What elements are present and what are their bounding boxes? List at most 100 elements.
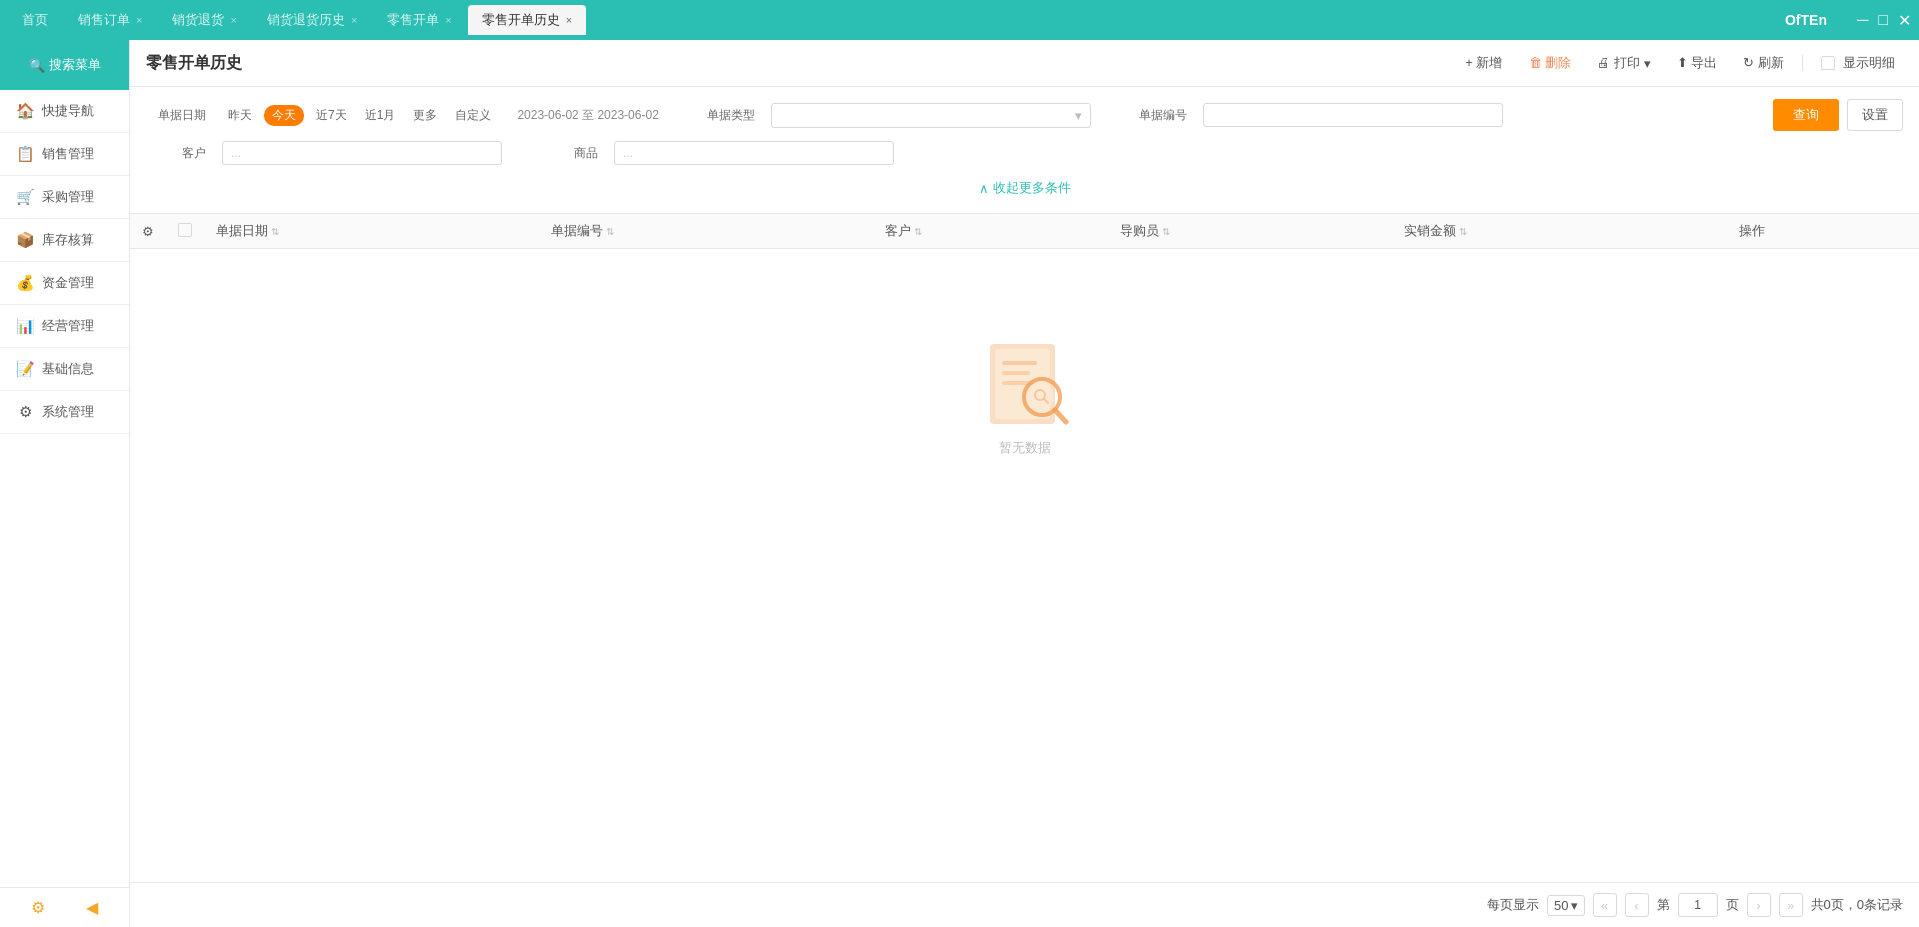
date-btn-近7天[interactable]: 近7天: [310, 105, 353, 126]
th-customer[interactable]: 客户 ⇅: [873, 214, 1108, 249]
per-page-select[interactable]: 50 ▾: [1547, 895, 1584, 916]
customer-select[interactable]: ...: [222, 141, 502, 165]
minimize-btn[interactable]: ─: [1857, 11, 1868, 29]
sort-amount[interactable]: 实销金额 ⇅: [1404, 222, 1715, 240]
toolbar-divider: [1802, 55, 1803, 71]
add-button[interactable]: + 新增: [1457, 50, 1510, 76]
sidebar-bottom: ⚙ ◀: [0, 887, 129, 927]
purchase-icon: 🛒: [16, 188, 34, 206]
close-btn[interactable]: ✕: [1898, 11, 1911, 30]
sort-icon-date: ⇅: [271, 226, 279, 237]
sidebar-item-finance[interactable]: 💰 资金管理: [0, 262, 129, 305]
sidebar-item-label: 快捷导航: [42, 102, 94, 120]
per-page-value: 50: [1554, 898, 1568, 913]
search-label: 搜索菜单: [49, 56, 101, 74]
query-button[interactable]: 查询: [1773, 99, 1839, 131]
sidebar-item-basic[interactable]: 📝 基础信息: [0, 348, 129, 391]
sidebar-search[interactable]: 🔍 搜索菜单: [17, 50, 113, 80]
th-action-label: 操作: [1739, 223, 1765, 238]
date-label: 单据日期: [146, 107, 206, 124]
last-page-btn[interactable]: »: [1779, 893, 1803, 917]
sort-no[interactable]: 单据编号 ⇅: [551, 222, 862, 240]
th-label-no: 单据编号: [551, 222, 603, 240]
date-range-display: 2023-06-02 至 2023-06-02: [517, 107, 658, 124]
brand-name: OfTEn: [1785, 12, 1827, 28]
th-settings[interactable]: ⚙: [130, 214, 166, 249]
restore-btn[interactable]: □: [1878, 11, 1888, 29]
bill-type-label: 单据类型: [695, 107, 755, 124]
date-btn-今天[interactable]: 今天: [264, 105, 304, 126]
sort-date[interactable]: 单据日期 ⇅: [216, 222, 527, 240]
collapse-filter-btn[interactable]: ∧ 收起更多条件: [146, 175, 1903, 201]
tab-label: 零售开单: [387, 11, 439, 29]
export-button[interactable]: ⬆ 导出: [1669, 50, 1726, 76]
sort-customer[interactable]: 客户 ⇅: [885, 222, 1096, 240]
svg-rect-2: [1002, 361, 1037, 365]
sidebar-item-label: 系统管理: [42, 403, 94, 421]
sidebar-item-purchase[interactable]: 🛒 采购管理: [0, 176, 129, 219]
search-icon: 🔍: [29, 58, 45, 73]
tab-close-retail-open[interactable]: ×: [445, 14, 451, 26]
bill-no-label: 单据编号: [1127, 107, 1187, 124]
sort-icon-amount: ⇅: [1459, 226, 1467, 237]
filter-area: 单据日期 昨天今天近7天近1月更多自定义 2023-06-02 至 2023-0…: [130, 87, 1919, 214]
filter-row-2: 客户 ... 商品 ...: [146, 141, 1903, 165]
settings-button[interactable]: 设置: [1847, 99, 1903, 131]
sidebar-item-system[interactable]: ⚙ 系统管理: [0, 391, 129, 434]
bill-type-select[interactable]: ▾: [771, 103, 1091, 128]
prev-page-btn[interactable]: ‹: [1625, 893, 1649, 917]
date-btn-昨天[interactable]: 昨天: [222, 105, 258, 126]
settings-bottom-btn[interactable]: ⚙: [31, 898, 45, 917]
page-input[interactable]: [1678, 893, 1718, 917]
tab-sales-order[interactable]: 销售订单×: [64, 5, 156, 35]
finance-icon: 💰: [16, 274, 34, 292]
sidebar-item-label: 资金管理: [42, 274, 94, 292]
sidebar-item-label: 库存核算: [42, 231, 94, 249]
display-checkbox: [1821, 56, 1835, 70]
sidebar-item-inventory[interactable]: 📦 库存核算: [0, 219, 129, 262]
tab-retail-open[interactable]: 零售开单 ×: [373, 5, 465, 35]
delete-button[interactable]: 🗑 删除: [1521, 50, 1580, 76]
th-amount[interactable]: 实销金额 ⇅: [1392, 214, 1727, 249]
tab-home[interactable]: 首页: [8, 5, 62, 35]
tab-close-sales-return[interactable]: ×: [230, 14, 236, 26]
table-wrap: ⚙ 单据日期 ⇅ 单据编号 ⇅ 客户 ⇅ 导购员 ⇅ 实销金额 ⇅ 操作: [130, 214, 1919, 882]
first-page-btn[interactable]: «: [1593, 893, 1617, 917]
sort-icon-guide: ⇅: [1162, 226, 1170, 237]
next-page-btn[interactable]: ›: [1747, 893, 1771, 917]
display-detail-button[interactable]: 显示明细: [1813, 50, 1903, 76]
sidebar-item-operation[interactable]: 📊 经营管理: [0, 305, 129, 348]
sort-guide[interactable]: 导购员 ⇅: [1120, 222, 1381, 240]
tab-sales-return-history[interactable]: 销货退货历史×: [253, 5, 371, 35]
select-all-checkbox[interactable]: [178, 223, 192, 237]
sidebar-item-quick-nav[interactable]: 🏠 快捷导航: [0, 90, 129, 133]
main-layout: 🔍 搜索菜单 🏠 快捷导航 📋 销售管理 🛒 采购管理 📦 库存核算 💰 资金管…: [0, 40, 1919, 927]
date-btn-近1月[interactable]: 近1月: [359, 105, 402, 126]
goods-select[interactable]: ...: [614, 141, 894, 165]
th-guide[interactable]: 导购员 ⇅: [1108, 214, 1393, 249]
tab-close-sales-return-history[interactable]: ×: [351, 14, 357, 26]
date-btn-更多[interactable]: 更多: [407, 105, 443, 126]
tab-retail-open-history[interactable]: 零售开单历史×: [468, 5, 586, 35]
tab-bar: 首页销售订单×销货退货×销货退货历史×零售开单×零售开单历史× OfTEn ─ …: [0, 0, 1919, 40]
svg-rect-3: [1002, 371, 1030, 375]
window-controls: OfTEn ─ □ ✕: [1785, 11, 1911, 30]
per-page-label: 每页显示: [1487, 896, 1539, 914]
tab-close-sales-order[interactable]: ×: [136, 14, 142, 26]
date-btn-自定义[interactable]: 自定义: [449, 105, 497, 126]
th-label-date: 单据日期: [216, 222, 268, 240]
th-date[interactable]: 单据日期 ⇅: [204, 214, 539, 249]
svg-point-6: [1030, 385, 1054, 409]
sidebar-item-sales[interactable]: 📋 销售管理: [0, 133, 129, 176]
print-button[interactable]: 🖨 打印 ▾: [1589, 50, 1659, 76]
th-no[interactable]: 单据编号 ⇅: [539, 214, 874, 249]
tab-sales-return[interactable]: 销货退货×: [158, 5, 250, 35]
column-settings-icon[interactable]: ⚙: [142, 224, 154, 239]
page-header: 零售开单历史 + 新增 🗑 删除 🖨 打印 ▾ ⬆ 导出 ↻ 刷新 显示明细: [130, 40, 1919, 87]
bill-no-input[interactable]: [1203, 103, 1503, 127]
sidebar-item-label: 经营管理: [42, 317, 94, 335]
tab-close-retail-open-history[interactable]: ×: [566, 14, 572, 26]
collapse-sidebar-btn[interactable]: ◀: [86, 898, 98, 917]
refresh-button[interactable]: ↻ 刷新: [1735, 50, 1792, 76]
sidebar-item-label: 销售管理: [42, 145, 94, 163]
